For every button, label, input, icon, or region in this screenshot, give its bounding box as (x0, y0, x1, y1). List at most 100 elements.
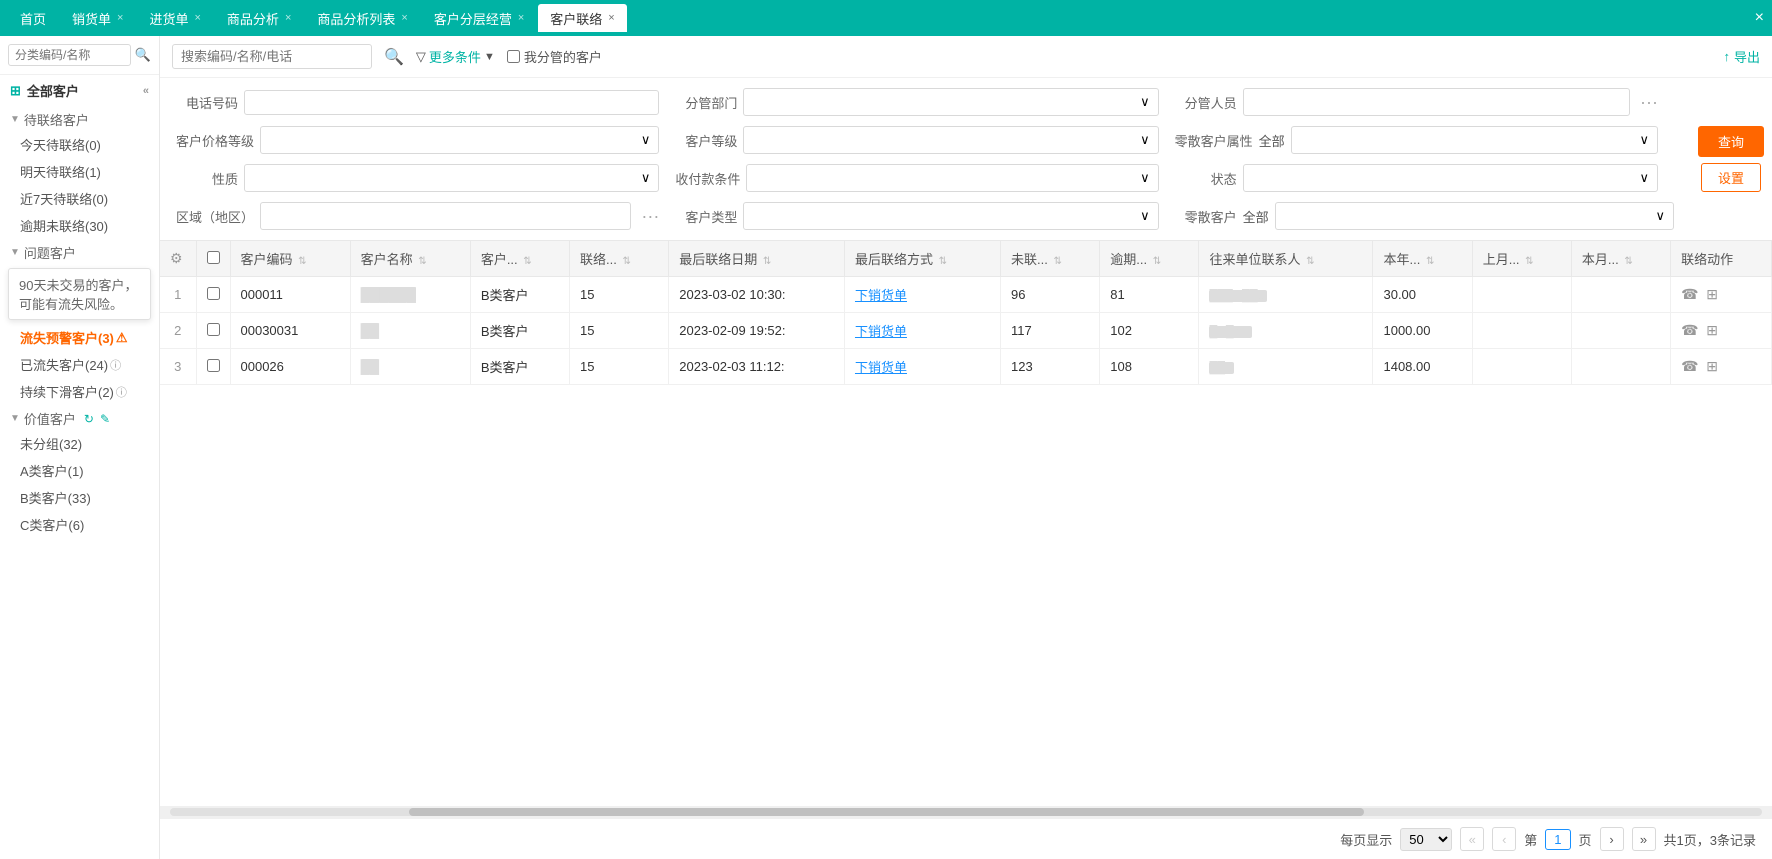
all-customers-header[interactable]: ⊞ 全部客户 « (0, 75, 159, 106)
filter-customer-type-select[interactable]: ∨ (743, 202, 1158, 230)
settings-gear-icon[interactable]: ⚙ (170, 250, 183, 266)
close-goods-analysis-icon[interactable]: × (285, 12, 291, 24)
filter-nature-select[interactable]: ∨ (244, 164, 659, 192)
filter-status-select[interactable]: ∨ (1243, 164, 1658, 192)
nav-tab-goods-analysis-list-label: 商品分析列表 (317, 9, 395, 28)
query-button[interactable]: 查询 (1698, 126, 1764, 157)
prev-page-button[interactable]: ‹ (1492, 827, 1516, 851)
nav-tab-customer-contact[interactable]: 客户联络 × (538, 4, 626, 32)
sidebar-item-today-contact[interactable]: 今天待联络(0) (0, 131, 159, 158)
filter-phone-label: 电话号码 (176, 93, 238, 112)
nav-tab-home[interactable]: 首页 (8, 4, 58, 32)
contact-action-icon[interactable]: ☎ (1681, 322, 1698, 338)
nav-tab-sales[interactable]: 销货单 × (60, 4, 135, 32)
sidebar-search-area: 🔍 (0, 36, 159, 75)
edit-icon[interactable]: ✎ (100, 412, 110, 426)
close-purchase-icon[interactable]: × (194, 12, 200, 24)
sidebar-item-churned[interactable]: 已流失客户(24) ⓘ (0, 351, 159, 378)
more-conditions-button[interactable]: ▽ 更多条件 ▼ (416, 47, 495, 66)
sidebar-item-7day-contact[interactable]: 近7天待联络(0) (0, 185, 159, 212)
horizontal-scrollbar[interactable] (160, 806, 1772, 818)
sidebar-item-class-b[interactable]: B类客户(33) (0, 484, 159, 511)
filter-person-dots[interactable]: ··· (1640, 92, 1658, 113)
filter-zero-attr-select[interactable]: ∨ (1291, 126, 1658, 154)
my-customers-checkbox-label[interactable]: 我分管的客户 (507, 47, 602, 66)
per-page-select[interactable]: 50 100 200 (1400, 828, 1452, 851)
filter-zero-customer-select[interactable]: ∨ (1275, 202, 1674, 230)
contact-action-icon[interactable]: ☎ (1681, 358, 1698, 374)
row-checkbox-cell (196, 349, 230, 385)
sidebar-item-churn-warning[interactable]: 流失预警客户(3) ⚠ (0, 324, 159, 351)
nav-tab-goods-analysis-list[interactable]: 商品分析列表 × (305, 4, 419, 32)
sort-icon5: ⇅ (763, 256, 771, 267)
col-contact2: 往来单位联系人 ⇅ (1199, 241, 1373, 277)
filter-customer-level-select[interactable]: ∨ (743, 126, 1158, 154)
row-code: 00030031 (230, 313, 350, 349)
filter-dept-select[interactable]: ∨ (743, 88, 1158, 116)
filter-phone-input[interactable] (244, 90, 659, 115)
col-last-way: 最后联络方式 ⇅ (844, 241, 1000, 277)
row-last-date: 2023-02-03 11:12: (669, 349, 845, 385)
col-contact: 联络... ⇅ (570, 241, 669, 277)
select-all-checkbox[interactable] (207, 251, 220, 264)
filter-customer-type-label: 客户类型 (675, 207, 737, 226)
group-problem-customers[interactable]: ▼ 问题客户 (0, 239, 159, 264)
top-nav: 首页 销货单 × 进货单 × 商品分析 × 商品分析列表 × 客户分层经营 × … (0, 0, 1772, 36)
sidebar-item-class-c[interactable]: C类客户(6) (0, 511, 159, 538)
last-page-button[interactable]: » (1632, 827, 1656, 851)
sidebar-item-declining[interactable]: 持续下滑客户(2) ⓘ (0, 378, 159, 405)
filter-price-level-select[interactable]: ∨ (260, 126, 659, 154)
row-checkbox[interactable] (207, 323, 220, 336)
filter-zero-customer-label: 零散客户 (1175, 207, 1237, 226)
sidebar-search-input[interactable] (8, 44, 131, 66)
row-checkbox[interactable] (207, 359, 220, 372)
sidebar-item-class-a[interactable]: A类客户(1) (0, 457, 159, 484)
filter-region-select[interactable] (260, 202, 631, 230)
sort-icon2: ⇅ (418, 256, 426, 267)
first-page-button[interactable]: « (1460, 827, 1484, 851)
nav-tab-goods-analysis[interactable]: 商品分析 × (215, 4, 303, 32)
sidebar-item-overdue-contact[interactable]: 逾期未联络(30) (0, 212, 159, 239)
filter-price-level: 客户价格等级 ∨ (176, 126, 675, 154)
my-customers-checkbox[interactable] (507, 50, 520, 63)
sort-icon7: ⇅ (1054, 256, 1062, 267)
col-gear: ⚙ (160, 241, 196, 277)
refresh-icon[interactable]: ↻ (84, 412, 94, 426)
filter-person-select[interactable] (1243, 88, 1630, 116)
close-all-button[interactable]: × (1755, 9, 1764, 27)
row-name: ██████ (350, 277, 470, 313)
nav-tab-purchase[interactable]: 进货单 × (137, 4, 212, 32)
col-checkbox (196, 241, 230, 277)
row-type: B类客户 (470, 349, 569, 385)
filter-payment-select[interactable]: ∨ (746, 164, 1158, 192)
close-customer-contact-icon[interactable]: × (608, 12, 614, 24)
settings-button[interactable]: 设置 (1701, 163, 1761, 192)
more-action-icon[interactable]: ⊞ (1706, 358, 1718, 374)
arrow-icon: ▼ (10, 114, 20, 125)
sidebar: 🔍 ⊞ 全部客户 « ▼ 待联络客户 今天待联络(0) 明天待联络(1) 近7天… (0, 36, 160, 859)
close-sales-icon[interactable]: × (117, 12, 123, 24)
nav-tab-customer-layer[interactable]: 客户分层经营 × (422, 4, 536, 32)
filter-region-dots[interactable]: ··· (641, 206, 659, 227)
sidebar-item-ungrouped[interactable]: 未分组(32) (0, 430, 159, 457)
more-action-icon[interactable]: ⊞ (1706, 286, 1718, 302)
chevron-down-icon3: ∨ (641, 132, 651, 148)
nav-tab-purchase-label: 进货单 (149, 9, 188, 28)
table-row: 2 00030031 ██ B类客户 15 2023-02-09 19:52: … (160, 313, 1772, 349)
row-checkbox[interactable] (207, 287, 220, 300)
sidebar-item-tomorrow-contact[interactable]: 明天待联络(1) (0, 158, 159, 185)
more-action-icon[interactable]: ⊞ (1706, 322, 1718, 338)
group-value-customers[interactable]: ▼ 价值客户 ↻ ✎ (0, 405, 159, 430)
contact-action-icon[interactable]: ☎ (1681, 286, 1698, 302)
filter-dept: 分管部门 ∨ (675, 88, 1174, 116)
sidebar-search-icon[interactable]: 🔍 (135, 47, 151, 63)
next-page-button[interactable]: › (1600, 827, 1624, 851)
group-pending-contact[interactable]: ▼ 待联络客户 (0, 106, 159, 131)
close-goods-analysis-list-icon[interactable]: × (401, 12, 407, 24)
per-page-label: 每页显示 (1340, 830, 1392, 849)
close-customer-layer-icon[interactable]: × (518, 12, 524, 24)
main-search-input[interactable] (172, 44, 372, 69)
export-button[interactable]: ↑ 导出 (1723, 47, 1760, 66)
main-search-button[interactable]: 🔍 (384, 47, 404, 67)
scrollbar-thumb[interactable] (409, 808, 1364, 816)
